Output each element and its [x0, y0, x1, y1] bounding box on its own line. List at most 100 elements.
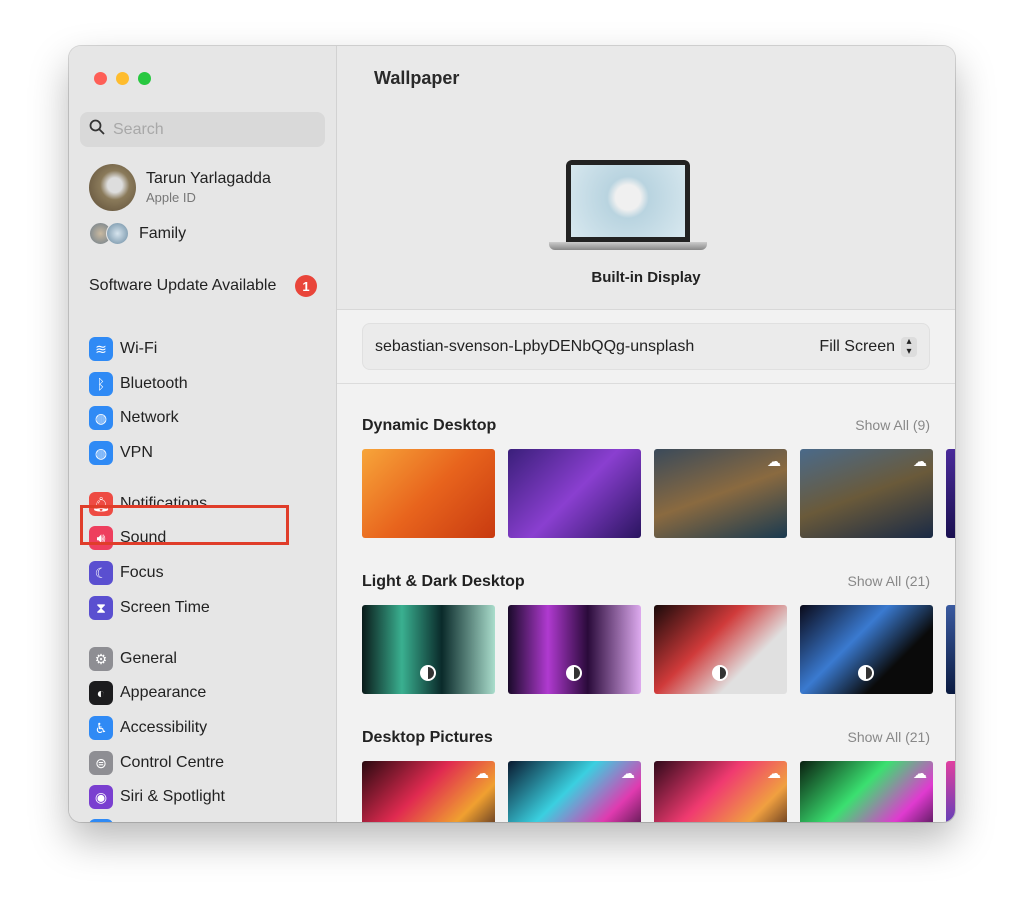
bluetooth-icon: ᛒ	[89, 372, 113, 396]
page-title: Wallpaper	[374, 68, 460, 88]
search-field[interactable]	[80, 112, 325, 147]
globe-icon: ◍	[89, 406, 113, 430]
sidebar-item-focus[interactable]: ☾ Focus	[89, 560, 164, 586]
section-title: Light & Dark Desktop	[362, 573, 525, 590]
wallpaper-thumbnail[interactable]	[946, 605, 955, 694]
laptop-preview	[549, 160, 707, 250]
wallpaper-thumbnail[interactable]	[654, 605, 787, 694]
section-title: Dynamic Desktop	[362, 417, 497, 434]
cloud-download-icon: ☁︎	[621, 765, 635, 781]
wallpaper-row	[362, 605, 955, 694]
moon-icon: ☾	[89, 561, 113, 585]
cloud-download-icon: ☁︎	[475, 765, 489, 781]
wallpaper-thumbnail[interactable]: ☁︎	[800, 449, 933, 538]
avatar	[89, 164, 136, 211]
section-title: Desktop Pictures	[362, 729, 493, 746]
system-settings-window: Tarun Yarlagadda Apple ID Family Software…	[69, 46, 955, 822]
wallpaper-thumbnail[interactable]: ☁︎	[654, 761, 787, 822]
sidebar-item-control-centre[interactable]: ⊜ Control Centre	[89, 750, 224, 776]
sidebar-item-general[interactable]: ⚙ General	[89, 646, 177, 672]
light-dark-icon	[858, 665, 874, 681]
wallpaper-thumbnail[interactable]	[362, 449, 495, 538]
hourglass-icon: ⧗	[89, 596, 113, 620]
wallpaper-file-row: sebastian-svenson-LpbyDENbQQg-unsplash F…	[362, 323, 930, 370]
sidebar-item-label: Network	[120, 409, 179, 426]
vpn-globe-icon: ◍	[89, 441, 113, 465]
wallpaper-thumbnail[interactable]	[362, 605, 495, 694]
light-dark-icon	[566, 665, 582, 681]
wifi-icon: ≋	[89, 337, 113, 361]
wallpaper-thumbnail[interactable]	[946, 761, 955, 822]
sidebar-item-accessibility[interactable]: ♿︎ Accessibility	[89, 715, 207, 741]
close-button[interactable]	[94, 72, 107, 85]
sidebar-item-label: Bluetooth	[120, 375, 188, 392]
wallpaper-row: ☁︎ ☁︎ ☁︎ ☁︎	[362, 761, 955, 822]
cloud-download-icon: ☁︎	[913, 453, 927, 469]
zoom-button[interactable]	[138, 72, 151, 85]
sidebar-item-wi-fi[interactable]: ≋ Wi-Fi	[89, 336, 157, 362]
wallpaper-thumbnail[interactable]: ☁︎	[362, 761, 495, 822]
light-dark-icon	[420, 665, 436, 681]
chevron-updown-icon: ▴ ▾	[901, 336, 917, 357]
section-header: Desktop Pictures Show All (21)	[362, 729, 930, 747]
family-avatars	[89, 222, 129, 245]
wallpaper-thumbnail[interactable]: ☁︎	[654, 449, 787, 538]
sound-highlight-box	[80, 505, 289, 545]
sidebar-item-appearance[interactable]: ◐ Appearance	[89, 680, 206, 706]
section-header: Light & Dark Desktop Show All (21)	[362, 573, 930, 591]
light-dark-icon	[712, 665, 728, 681]
sidebar-item-screen-time[interactable]: ⧗ Screen Time	[89, 595, 210, 621]
sidebar-item-bluetooth[interactable]: ᛒ Bluetooth	[89, 371, 188, 397]
sidebar-item-label: Accessibility	[120, 719, 208, 736]
sidebar-item-label: Wi-Fi	[120, 340, 158, 357]
sidebar-item-vpn[interactable]: ◍ VPN	[89, 440, 153, 466]
window-controls	[94, 72, 151, 85]
family-item[interactable]: Family	[89, 222, 186, 245]
wallpaper-row: ☁︎ ☁︎	[362, 449, 955, 538]
show-all-button[interactable]: Show All (21)	[848, 729, 930, 745]
sidebar-item-label: Siri & Spotlight	[120, 788, 225, 805]
sidebar: Tarun Yarlagadda Apple ID Family Software…	[69, 46, 337, 822]
fit-select-value: Fill Screen	[819, 337, 895, 355]
sidebar-item-label: Appearance	[120, 684, 207, 701]
wallpaper-filename: sebastian-svenson-LpbyDENbQQg-unsplash	[375, 337, 695, 355]
wallpaper-pane: Built-in Display Wallpaper sebastian-sve…	[337, 46, 955, 822]
sidebar-item-privacy-security[interactable]: ✋︎Privacy & Security	[89, 818, 250, 822]
wallpaper-thumbnail[interactable]	[508, 449, 641, 538]
wallpaper-thumbnail[interactable]	[800, 605, 933, 694]
appearance-icon: ◐	[89, 681, 113, 705]
section-header: Dynamic Desktop Show All (9)	[362, 417, 930, 435]
sidebar-item-network[interactable]: ◍ Network	[89, 405, 179, 431]
sidebar-item-label: Control Centre	[120, 754, 225, 771]
cloud-download-icon: ☁︎	[767, 765, 781, 781]
update-count-badge: 1	[295, 275, 317, 297]
family-label: Family	[139, 224, 187, 242]
software-update-label: Software Update Available	[89, 277, 277, 294]
apple-id-item[interactable]: Tarun Yarlagadda Apple ID	[89, 164, 271, 211]
cloud-download-icon: ☁︎	[913, 765, 927, 781]
wallpaper-thumbnail[interactable]	[946, 449, 955, 538]
fit-select[interactable]: Fill Screen ▴ ▾	[819, 336, 917, 357]
search-icon	[89, 119, 105, 140]
display-name: Built-in Display	[591, 269, 701, 286]
software-update-item[interactable]: Software Update Available 1	[89, 275, 317, 297]
cloud-download-icon: ☁︎	[767, 453, 781, 469]
show-all-button[interactable]: Show All (21)	[848, 573, 930, 589]
user-name: Tarun Yarlagadda	[146, 170, 271, 187]
gear-icon: ⚙	[89, 647, 113, 671]
toggles-icon: ⊜	[89, 751, 113, 775]
hand-icon: ✋︎	[89, 819, 113, 822]
sidebar-item-label: VPN	[120, 444, 153, 461]
sidebar-item-label: Focus	[120, 564, 164, 581]
minimize-button[interactable]	[116, 72, 129, 85]
accessibility-icon: ♿︎	[89, 716, 113, 740]
show-all-button[interactable]: Show All (9)	[855, 417, 930, 433]
wallpaper-thumbnail[interactable]	[508, 605, 641, 694]
sidebar-item-label: Screen Time	[120, 599, 210, 616]
search-input[interactable]	[113, 120, 313, 139]
siri-icon: ◉	[89, 785, 113, 809]
wallpaper-thumbnail[interactable]: ☁︎	[508, 761, 641, 822]
wallpaper-thumbnail[interactable]: ☁︎	[800, 761, 933, 822]
user-subtitle: Apple ID	[146, 190, 196, 205]
sidebar-item-siri-spotlight[interactable]: ◉ Siri & Spotlight	[89, 784, 225, 810]
